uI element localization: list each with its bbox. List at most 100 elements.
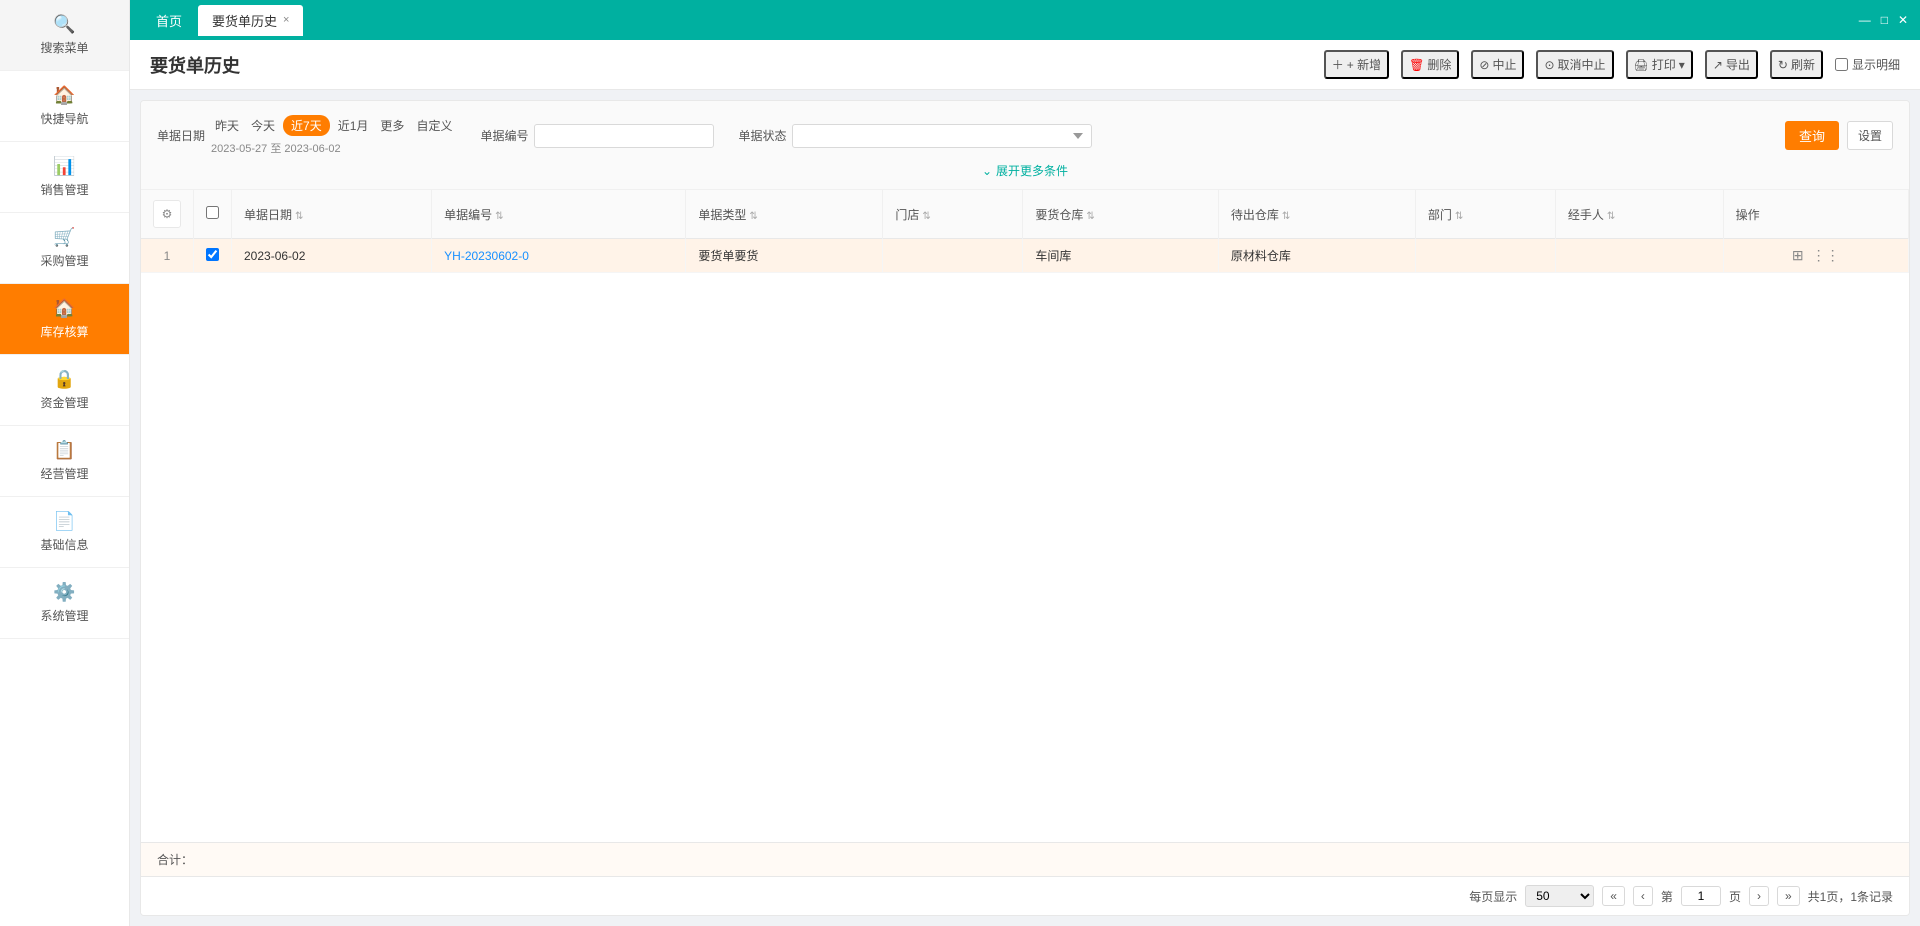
page-number-input[interactable] — [1681, 886, 1721, 906]
maximize-button[interactable]: □ — [1881, 13, 1888, 27]
sidebar-item-sales[interactable]: 📊 销售管理 — [0, 142, 129, 213]
print-button[interactable]: 🖨 打印 ▾ — [1626, 50, 1693, 79]
per-page-select[interactable]: 50 10 20 100 — [1525, 885, 1594, 907]
purchase-icon: 🛒 — [53, 227, 75, 248]
topbar: 首页要货单历史× — □ ✕ — [130, 0, 1920, 40]
sidebar-item-system[interactable]: ⚙️系统管理 — [0, 568, 129, 639]
row-department-0 — [1415, 239, 1555, 273]
sidebar-label-inventory: 库存核算 — [40, 323, 88, 340]
row-store-0 — [883, 239, 1023, 273]
sort-number-icon: ⇅ — [495, 211, 503, 222]
sidebar-item-operation[interactable]: 📋 经营管理 — [0, 426, 129, 497]
sidebar-item-inventory[interactable]: 🏠库存核算 — [0, 284, 129, 355]
stop-button[interactable]: ⊘ 中止 — [1471, 50, 1524, 79]
sort-pending-icon: ⇅ — [1282, 211, 1290, 222]
select-all-checkbox[interactable] — [206, 206, 219, 219]
refresh-icon: ↻ — [1778, 58, 1788, 72]
sort-type-icon: ⇅ — [749, 211, 757, 222]
data-table: ⚙ 单据日期⇅ 单据编号⇅ 单据类型⇅ 门店⇅ 要货仓库⇅ 待出仓库⇅ 部门⇅ … — [141, 190, 1909, 273]
col-settings: ⚙ — [141, 190, 194, 239]
sidebar-item-search[interactable]: 🔍搜索菜单 — [0, 0, 129, 71]
column-settings-button[interactable]: ⚙ — [153, 200, 181, 228]
sidebar-label-shortcut: 快捷导航 — [40, 110, 88, 127]
date-range-text: 2023-05-27 至 2023-06-02 — [211, 140, 456, 156]
topbar-tab-home[interactable]: 首页 — [142, 5, 196, 36]
minimize-button[interactable]: — — [1859, 13, 1871, 27]
prev-page-button[interactable]: ‹ — [1633, 886, 1653, 906]
date-shortcut-2[interactable]: 近7天 — [283, 115, 330, 136]
sidebar-item-finance[interactable]: 🔒资金管理 — [0, 355, 129, 426]
row-pending-warehouse-0: 原材料仓库 — [1218, 239, 1415, 273]
sort-req-icon: ⇅ — [1086, 211, 1094, 222]
doc-number-input[interactable] — [534, 124, 714, 148]
date-filter: 单据日期 昨天今天近7天近1月更多自定义2023-05-27 至 2023-06… — [157, 115, 456, 156]
last-page-button[interactable]: » — [1777, 886, 1800, 906]
settings-button[interactable]: 设置 — [1847, 121, 1893, 150]
shortcut-icon: 🏠 — [53, 85, 75, 106]
first-page-button[interactable]: « — [1602, 886, 1625, 906]
page-label: 第 — [1661, 888, 1673, 905]
delete-button[interactable]: 🗑 删除 — [1401, 50, 1459, 79]
sidebar-label-basic: 基础信息 — [40, 536, 88, 553]
col-handler: 经手人⇅ — [1555, 190, 1723, 239]
content-area: 单据日期 昨天今天近7天近1月更多自定义2023-05-27 至 2023-06… — [140, 100, 1910, 916]
doc-number-label: 单据编号 — [480, 127, 528, 144]
operation-icon: 📋 — [53, 440, 75, 461]
page-title: 要货单历史 — [150, 52, 240, 78]
sidebar-label-operation: 经营管理 — [40, 465, 88, 482]
row-more-icon-0[interactable]: ⋮⋮ — [1812, 247, 1840, 264]
doc-number-filter: 单据编号 — [480, 124, 714, 148]
status-select[interactable] — [792, 124, 1092, 148]
delete-icon: 🗑 — [1409, 58, 1424, 72]
export-button[interactable]: ↗ 导出 — [1705, 50, 1758, 79]
row-req-warehouse-0: 车间库 — [1023, 239, 1219, 273]
row-actions-0: ⊞ ⋮⋮ — [1723, 239, 1908, 273]
row-number-link-0[interactable]: YH-20230602-0 — [444, 249, 529, 263]
date-shortcut-4[interactable]: 更多 — [376, 115, 408, 136]
col-department: 部门⇅ — [1415, 190, 1555, 239]
topbar-tab-history[interactable]: 要货单历史× — [198, 5, 303, 36]
date-shortcut-0[interactable]: 昨天 — [211, 115, 243, 136]
sidebar-item-purchase[interactable]: 🛒 采购管理 — [0, 213, 129, 284]
sidebar-item-shortcut[interactable]: 🏠 快捷导航 — [0, 71, 129, 142]
row-checkbox-col-0 — [194, 239, 232, 273]
row-type-0: 要货单要货 — [686, 239, 883, 273]
col-pending-warehouse: 待出仓库⇅ — [1218, 190, 1415, 239]
new-icon: ＋ — [1332, 56, 1344, 73]
status-filter: 单据状态 — [738, 124, 1761, 148]
close-button[interactable]: ✕ — [1898, 13, 1908, 27]
row-checkbox-0[interactable] — [206, 248, 219, 261]
expand-more-button[interactable]: ⌄ 展开更多条件 — [157, 156, 1893, 181]
date-shortcuts: 昨天今天近7天近1月更多自定义 2023-05-27 至 2023-06-02 — [211, 115, 456, 156]
show-detail-checkbox-label[interactable]: 显示明细 — [1835, 56, 1900, 73]
export-icon: ↗ — [1713, 58, 1723, 72]
cancel-stop-button[interactable]: ⊙ 取消中止 — [1536, 50, 1613, 79]
sidebar-item-basic[interactable]: 📄基础信息 — [0, 497, 129, 568]
show-detail-checkbox[interactable] — [1835, 58, 1848, 71]
col-checkbox — [194, 190, 232, 239]
next-page-button[interactable]: › — [1749, 886, 1769, 906]
table-area: ⚙ 单据日期⇅ 单据编号⇅ 单据类型⇅ 门店⇅ 要货仓库⇅ 待出仓库⇅ 部门⇅ … — [141, 190, 1909, 842]
sidebar-label-finance: 资金管理 — [40, 394, 88, 411]
sales-icon: 📊 — [53, 156, 75, 177]
col-action: 操作 — [1723, 190, 1908, 239]
new-button[interactable]: ＋ + 新增 — [1324, 50, 1389, 79]
total-info: 共1页，1条记录 — [1808, 888, 1893, 905]
filter-action-buttons: 查询 设置 — [1785, 121, 1893, 150]
col-store: 门店⇅ — [883, 190, 1023, 239]
sidebar-label-sales: 销售管理 — [40, 181, 88, 198]
sidebar-label-purchase: 采购管理 — [40, 252, 88, 269]
close-tab-history-icon[interactable]: × — [283, 14, 289, 26]
table-footer: 合计： — [141, 842, 1909, 876]
system-icon: ⚙️ — [53, 582, 75, 603]
per-page-label: 每页显示 — [1469, 888, 1517, 905]
sort-handler-icon: ⇅ — [1607, 211, 1615, 222]
stop-icon: ⊘ — [1479, 58, 1489, 72]
refresh-button[interactable]: ↻ 刷新 — [1770, 50, 1823, 79]
query-button[interactable]: 查询 — [1785, 121, 1839, 150]
main-area: 首页要货单历史× — □ ✕ 要货单历史 ＋ + 新增 🗑 删除 ⊘ 中止 ⊙ — [130, 0, 1920, 926]
date-shortcut-5[interactable]: 自定义 — [412, 115, 456, 136]
date-shortcut-1[interactable]: 今天 — [247, 115, 279, 136]
row-view-icon-0[interactable]: ⊞ — [1792, 247, 1804, 264]
date-shortcut-3[interactable]: 近1月 — [334, 115, 373, 136]
